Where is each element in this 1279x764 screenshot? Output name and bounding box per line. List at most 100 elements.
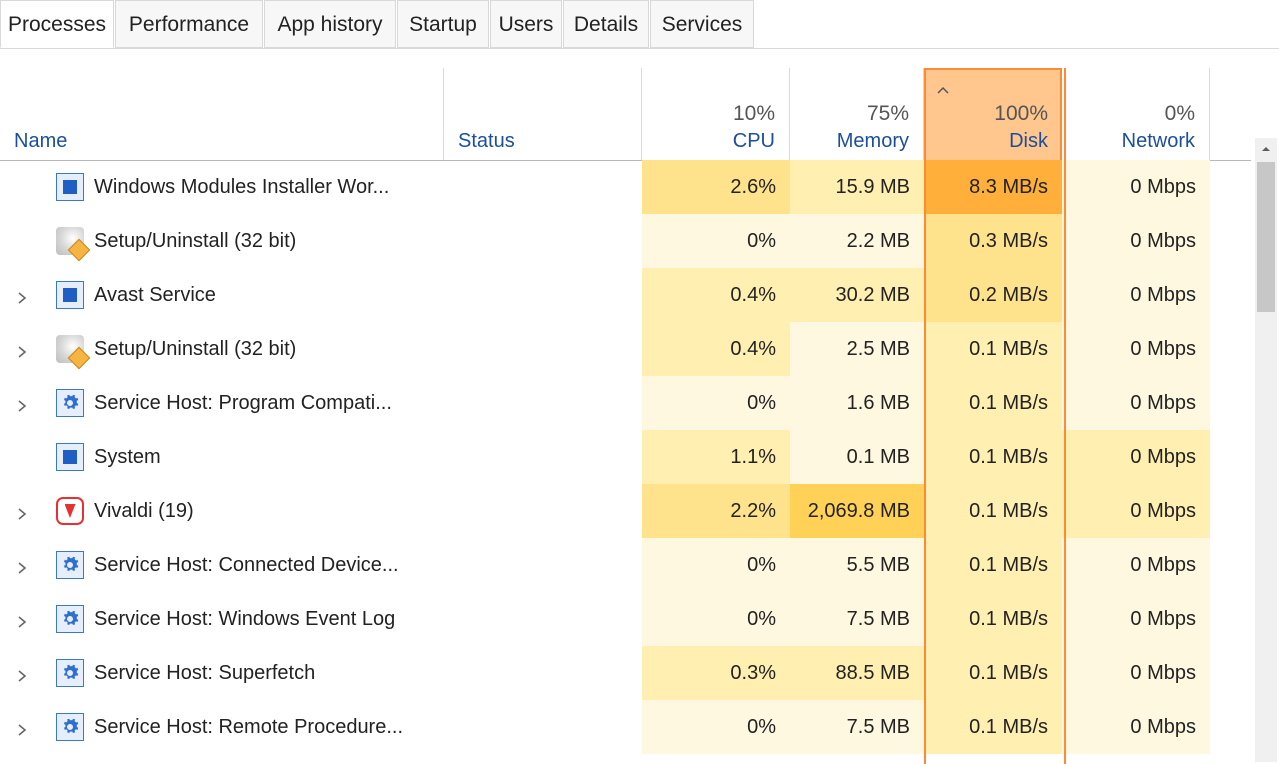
table-row[interactable]: Service Host: Windows Event Log 0%7.5 MB0… xyxy=(0,592,1251,646)
table-row[interactable]: Avast Service0.4%30.2 MB0.2 MB/s0 Mbps xyxy=(0,268,1251,322)
process-name: Service Host: Windows Event Log xyxy=(94,608,395,631)
cell-cpu: 0% xyxy=(642,538,790,592)
gear-icon xyxy=(56,605,84,633)
cell-disk: 8.3 MB/s xyxy=(924,160,1062,214)
table-row[interactable]: Windows Modules Installer Wor...2.6%15.9… xyxy=(0,160,1251,214)
column-header-status-label: Status xyxy=(458,128,515,154)
process-name: System xyxy=(94,446,161,469)
cell-cpu: 0% xyxy=(642,214,790,268)
cell-name: Service Host: Connected Device... xyxy=(0,538,642,592)
cell-disk: 0.1 MB/s xyxy=(924,484,1062,538)
tab-processes[interactable]: Processes xyxy=(0,0,114,48)
expand-chevron-icon[interactable] xyxy=(15,558,29,572)
cell-name: System xyxy=(0,430,642,484)
expand-chevron-icon[interactable] xyxy=(15,396,29,410)
vertical-scrollbar[interactable] xyxy=(1255,160,1277,762)
expand-chevron-icon[interactable] xyxy=(15,666,29,680)
app-icon xyxy=(56,173,84,201)
column-header-memory[interactable]: 75% Memory xyxy=(790,68,924,160)
cell-memory: 0.1 MB xyxy=(790,430,924,484)
table-row[interactable]: Service Host: Remote Procedure...0%7.5 M… xyxy=(0,700,1251,754)
table-row[interactable]: Service Host: Program Compati...0%1.6 MB… xyxy=(0,376,1251,430)
column-header-name[interactable]: Name xyxy=(0,68,444,160)
expand-chevron-icon[interactable] xyxy=(15,612,29,626)
cell-name: Service Host: Windows Event Log xyxy=(0,592,642,646)
cell-disk: 0.1 MB/s xyxy=(924,538,1062,592)
tab-users[interactable]: Users xyxy=(490,0,562,48)
process-name: Setup/Uninstall (32 bit) xyxy=(94,338,296,361)
process-name: Vivaldi (19) xyxy=(94,500,194,523)
cell-memory: 30.2 MB xyxy=(790,268,924,322)
tab-app-history[interactable]: App history xyxy=(264,0,396,48)
cell-cpu: 0% xyxy=(642,592,790,646)
cell-cpu: 0.4% xyxy=(642,322,790,376)
chevron-up-icon xyxy=(1261,144,1271,154)
cell-network: 0 Mbps xyxy=(1062,322,1210,376)
cell-network: 0 Mbps xyxy=(1062,700,1210,754)
column-header-name-label: Name xyxy=(14,128,67,154)
column-header-memory-usage: 75% xyxy=(867,100,909,128)
cell-name: Service Host: Superfetch xyxy=(0,646,642,700)
column-header-memory-label: Memory xyxy=(837,128,909,154)
cell-disk: 0.1 MB/s xyxy=(924,646,1062,700)
cell-name: Service Host: Program Compati... xyxy=(0,376,642,430)
cell-name: Service Host: Remote Procedure... xyxy=(0,700,642,754)
tab-performance[interactable]: Performance xyxy=(115,0,263,48)
cell-memory: 7.5 MB xyxy=(790,700,924,754)
cell-network: 0 Mbps xyxy=(1062,646,1210,700)
cell-disk: 0.1 MB/s xyxy=(924,430,1062,484)
process-name: Service Host: Program Compati... xyxy=(94,392,392,415)
column-header-cpu-usage: 10% xyxy=(733,100,775,128)
cell-disk: 0.3 MB/s xyxy=(924,214,1062,268)
process-name: Service Host: Remote Procedure... xyxy=(94,716,403,739)
cell-name: Avast Service xyxy=(0,268,642,322)
tab-startup[interactable]: Startup xyxy=(397,0,489,48)
column-header-network-label: Network xyxy=(1122,128,1195,154)
cell-network: 0 Mbps xyxy=(1062,160,1210,214)
process-name: Service Host: Superfetch xyxy=(94,662,315,685)
tab-services[interactable]: Services xyxy=(650,0,754,48)
column-header-disk-label: Disk xyxy=(1009,128,1048,154)
process-table-body: Windows Modules Installer Wor...2.6%15.9… xyxy=(0,160,1251,764)
scrollbar-button-up[interactable] xyxy=(1255,138,1277,160)
cell-name: Setup/Uninstall (32 bit) xyxy=(0,322,642,376)
expand-chevron-icon[interactable] xyxy=(15,288,29,302)
sort-indicator-icon xyxy=(936,84,950,98)
installer-icon xyxy=(56,227,84,255)
table-row[interactable]: Setup/Uninstall (32 bit)0%2.2 MB0.3 MB/s… xyxy=(0,214,1251,268)
table-row[interactable]: Setup/Uninstall (32 bit)0.4%2.5 MB0.1 MB… xyxy=(0,322,1251,376)
cell-cpu: 0.4% xyxy=(642,268,790,322)
process-name: Avast Service xyxy=(94,284,216,307)
cell-network: 0 Mbps xyxy=(1062,484,1210,538)
expand-chevron-icon[interactable] xyxy=(15,504,29,518)
gear-icon xyxy=(56,389,84,417)
cell-memory: 5.5 MB xyxy=(790,538,924,592)
scrollbar-thumb[interactable] xyxy=(1257,162,1275,312)
gear-icon xyxy=(56,659,84,687)
expand-chevron-icon[interactable] xyxy=(15,342,29,356)
installer-icon xyxy=(56,335,84,363)
cell-cpu: 0.3% xyxy=(642,646,790,700)
column-header-cpu-label: CPU xyxy=(733,128,775,154)
cell-memory: 7.5 MB xyxy=(790,592,924,646)
cell-disk: 0.1 MB/s xyxy=(924,592,1062,646)
table-row[interactable]: Vivaldi (19) 2.2%2,069.8 MB0.1 MB/s0 Mbps xyxy=(0,484,1251,538)
cell-name: Vivaldi (19) xyxy=(0,484,642,538)
app-icon xyxy=(56,281,84,309)
column-header-disk[interactable]: 100% Disk xyxy=(924,68,1062,160)
cell-cpu: 2.2% xyxy=(642,484,790,538)
table-row[interactable]: Service Host: Connected Device...0%5.5 M… xyxy=(0,538,1251,592)
tab-details[interactable]: Details xyxy=(563,0,649,48)
process-name: Windows Modules Installer Wor... xyxy=(94,176,389,199)
cell-memory: 2.5 MB xyxy=(790,322,924,376)
cell-disk: 0.1 MB/s xyxy=(924,376,1062,430)
column-header-cpu[interactable]: 10% CPU xyxy=(642,68,790,160)
cell-memory: 88.5 MB xyxy=(790,646,924,700)
cell-memory: 2,069.8 MB xyxy=(790,484,924,538)
column-header-status[interactable]: Status xyxy=(444,68,642,160)
table-row[interactable]: Service Host: Superfetch 0.3%88.5 MB0.1 M… xyxy=(0,646,1251,700)
column-header-network[interactable]: 0% Network xyxy=(1062,68,1210,160)
column-header-row: Name Status 10% CPU 75% Memory 100% Disk… xyxy=(0,68,1251,161)
expand-chevron-icon[interactable] xyxy=(15,720,29,734)
table-row[interactable]: System1.1%0.1 MB0.1 MB/s0 Mbps xyxy=(0,430,1251,484)
